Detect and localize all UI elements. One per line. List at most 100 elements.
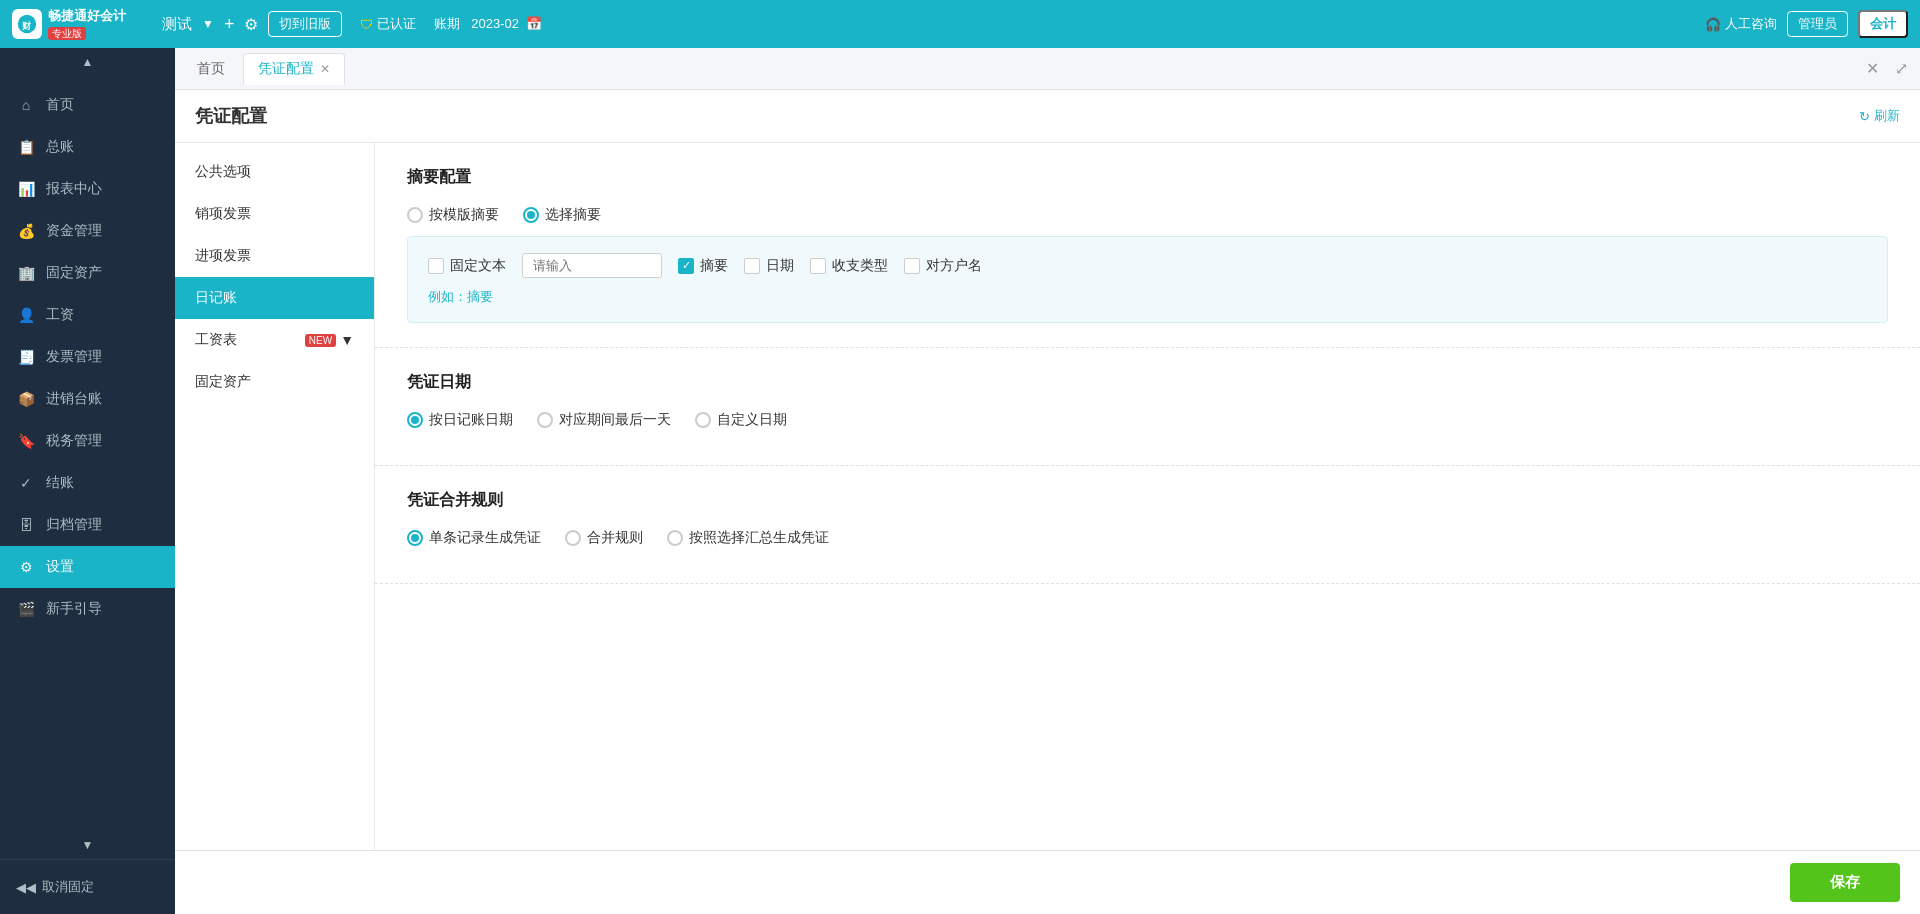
page-content: 凭证配置 ↻ 刷新 公共选项 销项发票 进项发票 [175, 90, 1920, 914]
tab-close-icon[interactable]: ✕ [320, 62, 330, 76]
support-button[interactable]: 🎧 人工咨询 [1705, 15, 1777, 33]
config-menu-payroll[interactable]: 工资表 NEW ▼ [175, 319, 374, 361]
close-tab-button[interactable]: ✕ [1862, 55, 1883, 82]
stock-icon: 📦 [16, 389, 36, 409]
example-value: 摘要 [467, 289, 493, 304]
date-radio-group: 按日记账日期 对应期间最后一天 自定义日期 [407, 411, 1888, 429]
tab-home[interactable]: 首页 [183, 54, 239, 84]
summary-title: 摘要配置 [407, 167, 1888, 188]
fund-icon: 💰 [16, 221, 36, 241]
salary-icon: 👤 [16, 305, 36, 325]
radio-custom-date[interactable]: 自定义日期 [695, 411, 787, 429]
sidebar-item-asset[interactable]: 🏢 固定资产 [0, 252, 175, 294]
chart-icon: 📊 [16, 179, 36, 199]
scroll-up-btn[interactable]: ▲ [0, 48, 175, 76]
save-button[interactable]: 保存 [1790, 863, 1900, 902]
summary-section: 摘要配置 按模版摘要 选择摘要 [375, 143, 1920, 348]
cancel-fixed-button[interactable]: ◀◀ 取消固定 [0, 870, 175, 904]
merge-title: 凭证合并规则 [407, 490, 1888, 511]
settings-icon[interactable]: ⚙ [244, 15, 258, 34]
tab-voucher-config[interactable]: 凭证配置 ✕ [243, 53, 345, 85]
sidebar-item-invoice[interactable]: 🧾 发票管理 [0, 336, 175, 378]
sidebar-item-settings[interactable]: ⚙ 设置 [0, 546, 175, 588]
radio-single-record[interactable]: 单条记录生成凭证 [407, 529, 541, 547]
date-section: 凭证日期 按日记账日期 对应期间最后一天 [375, 348, 1920, 466]
sidebar-nav: ⌂ 首页 📋 总账 📊 报表中心 💰 资金管理 🏢 固定资产 👤 工资 [0, 76, 175, 831]
ledger-icon: 📋 [16, 137, 36, 157]
radio-select-summary[interactable]: 选择摘要 [523, 206, 601, 224]
checkbox-summary[interactable]: ✓ 摘要 [678, 257, 728, 275]
admin-button[interactable]: 管理员 [1787, 11, 1848, 37]
role-button[interactable]: 会计 [1858, 10, 1908, 38]
certified-badge: 🛡 已认证 [360, 15, 416, 33]
page-header: 凭证配置 ↻ 刷新 [175, 90, 1920, 143]
config-main: 摘要配置 按模版摘要 选择摘要 [375, 143, 1920, 850]
headphone-icon: 🎧 [1705, 17, 1721, 32]
tab-bar: 首页 凭证配置 ✕ ✕ ⤢ [175, 48, 1920, 90]
checkbox-payment-type[interactable]: 收支类型 [810, 257, 888, 275]
project-name[interactable]: 测试 [162, 15, 192, 34]
sidebar: ▲ ⌂ 首页 📋 总账 📊 报表中心 💰 资金管理 🏢 固定资产 [0, 48, 175, 914]
sidebar-item-guide[interactable]: 🎬 新手引导 [0, 588, 175, 630]
period-value: 2023-02 [471, 16, 519, 31]
tab-actions: ✕ ⤢ [1862, 55, 1912, 82]
sidebar-item-home[interactable]: ⌂ 首页 [0, 84, 175, 126]
tax-icon: 🔖 [16, 431, 36, 451]
sidebar-item-tax[interactable]: 🔖 税务管理 [0, 420, 175, 462]
archive-icon: 🗄 [16, 515, 36, 535]
config-menu-public[interactable]: 公共选项 [175, 151, 374, 193]
old-version-button[interactable]: 切到旧版 [268, 11, 342, 37]
new-badge: NEW [305, 334, 336, 347]
sidebar-item-ledger[interactable]: 📋 总账 [0, 126, 175, 168]
checkbox-date[interactable]: 日期 [744, 257, 794, 275]
example-text: 例如：摘要 [428, 288, 1867, 306]
period-display: 账期 2023-02 📅 [434, 15, 542, 33]
expand-button[interactable]: ⤢ [1891, 55, 1912, 82]
logo: 财 畅捷通好会计 专业版 [12, 7, 152, 41]
topbar-right: 🎧 人工咨询 管理员 会计 [1705, 10, 1908, 38]
radio-merge-rule[interactable]: 合并规则 [565, 529, 643, 547]
sidebar-item-salary[interactable]: 👤 工资 [0, 294, 175, 336]
radio-period-last-day[interactable]: 对应期间最后一天 [537, 411, 671, 429]
page-footer: 保存 [175, 850, 1920, 914]
main-layout: ▲ ⌂ 首页 📋 总账 📊 报表中心 💰 资金管理 🏢 固定资产 [0, 48, 1920, 914]
refresh-button[interactable]: ↻ 刷新 [1859, 107, 1900, 125]
dropdown-arrow-icon[interactable]: ▼ [202, 17, 214, 31]
config-layout: 公共选项 销项发票 进项发票 日记账 工资表 NEW [175, 143, 1920, 850]
checkbox-counterparty[interactable]: 对方户名 [904, 257, 982, 275]
radio-template-summary[interactable]: 按模版摘要 [407, 206, 499, 224]
sidebar-item-reports[interactable]: 📊 报表中心 [0, 168, 175, 210]
scroll-down-btn[interactable]: ▼ [0, 831, 175, 859]
checkbox-fixed-text[interactable]: 固定文本 [428, 257, 506, 275]
sidebar-item-archive[interactable]: 🗄 归档管理 [0, 504, 175, 546]
date-title: 凭证日期 [407, 372, 1888, 393]
radio-journal-date[interactable]: 按日记账日期 [407, 411, 513, 429]
config-menu-sales-invoice[interactable]: 销项发票 [175, 193, 374, 235]
fixed-text-input[interactable] [522, 253, 662, 278]
radio-aggregate[interactable]: 按照选择汇总生成凭证 [667, 529, 829, 547]
close-account-icon: ✓ [16, 473, 36, 493]
guide-icon: 🎬 [16, 599, 36, 619]
logo-sub: 专业版 [48, 27, 86, 40]
merge-section: 凭证合并规则 单条记录生成凭证 合并规则 [375, 466, 1920, 584]
sidebar-item-stock[interactable]: 📦 进销台账 [0, 378, 175, 420]
add-icon[interactable]: + [224, 14, 235, 35]
sidebar-item-close[interactable]: ✓ 结账 [0, 462, 175, 504]
merge-radio-group: 单条记录生成凭证 合并规则 按照选择汇总生成凭证 [407, 529, 1888, 547]
summary-radio-group: 按模版摘要 选择摘要 [407, 206, 1888, 224]
summary-config-box: 固定文本 ✓ 摘要 日期 [407, 236, 1888, 323]
sidebar-item-fund[interactable]: 💰 资金管理 [0, 210, 175, 252]
arrow-left-icon: ◀◀ [16, 880, 36, 895]
topbar: 财 畅捷通好会计 专业版 测试 ▼ + ⚙ 切到旧版 🛡 已认证 账期 2023… [0, 0, 1920, 48]
config-menu-purchase-invoice[interactable]: 进项发票 [175, 235, 374, 277]
config-menu-fixed-asset[interactable]: 固定资产 [175, 361, 374, 403]
summary-config-row: 固定文本 ✓ 摘要 日期 [428, 253, 1867, 278]
sidebar-bottom: ◀◀ 取消固定 [0, 859, 175, 914]
content-area: 首页 凭证配置 ✕ ✕ ⤢ 凭证配置 ↻ 刷新 [175, 48, 1920, 914]
shield-icon: 🛡 [360, 17, 373, 32]
svg-text:财: 财 [21, 21, 32, 31]
expand-icon: ▼ [340, 332, 354, 348]
certified-text: 已认证 [377, 15, 416, 33]
settings-icon: ⚙ [16, 557, 36, 577]
config-menu-journal[interactable]: 日记账 [175, 277, 374, 319]
